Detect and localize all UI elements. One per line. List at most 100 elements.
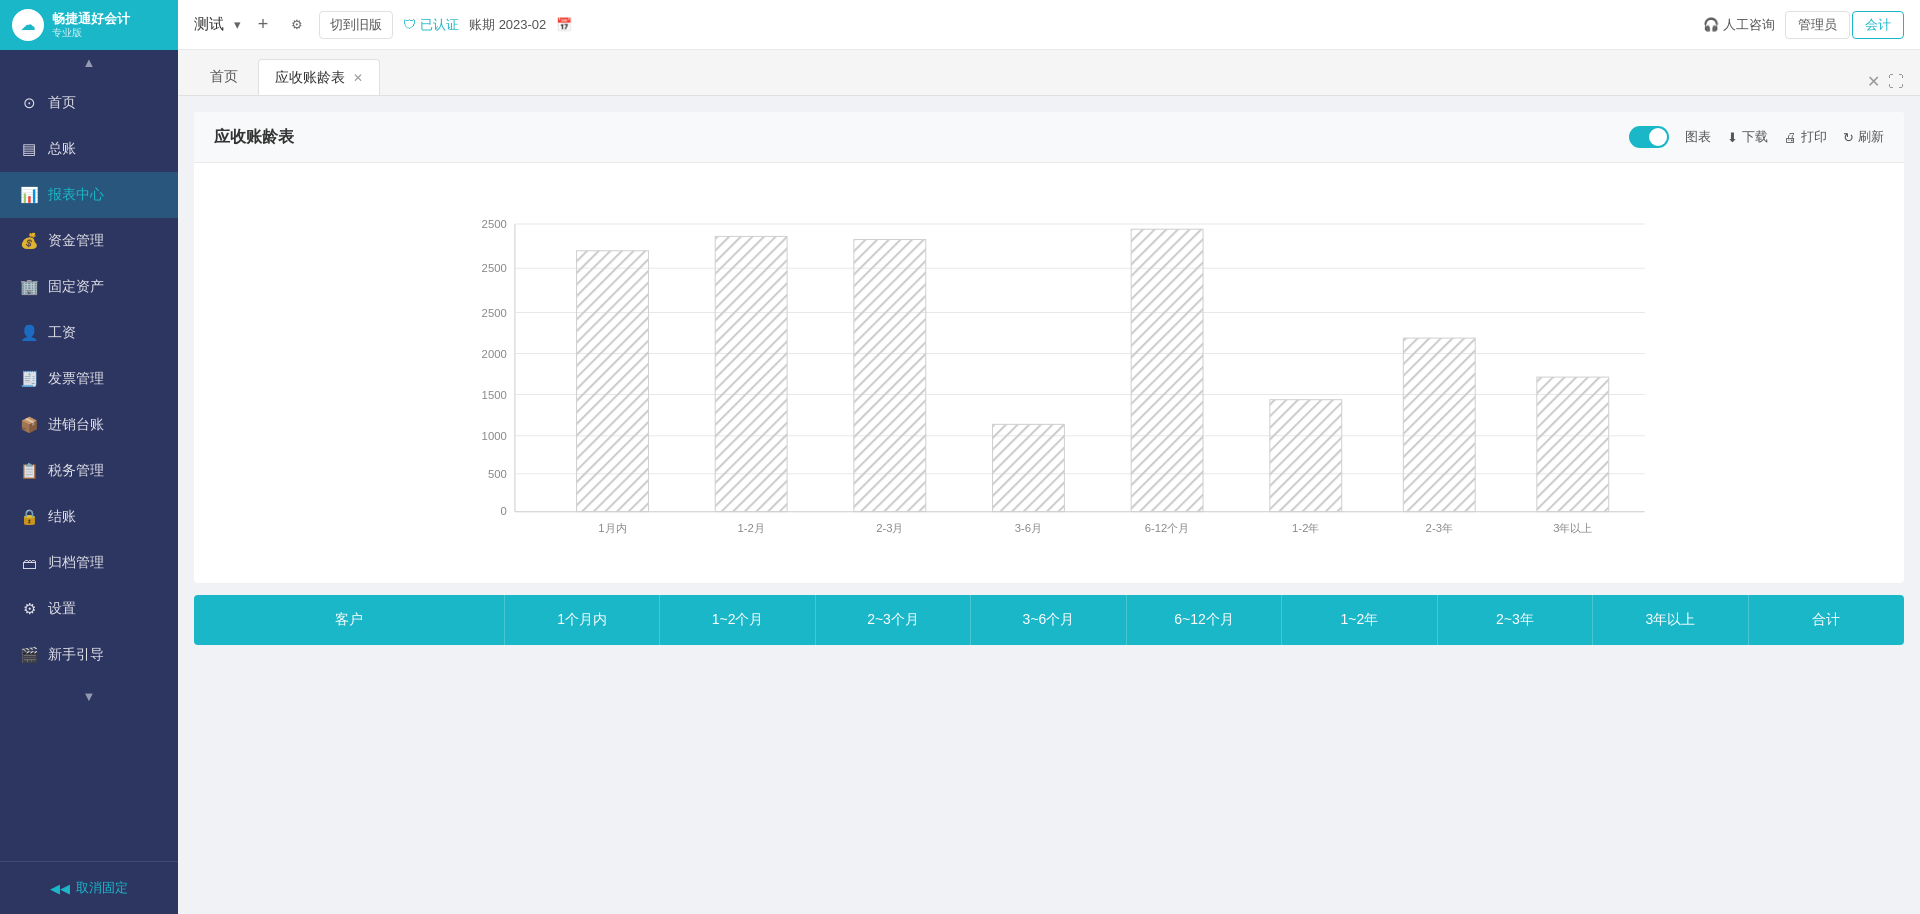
col-2-3yr: 2~3年 — [1438, 595, 1593, 645]
report-actions: 图表 ⬇ 下载 🖨 打印 ↻ 刷新 — [1629, 126, 1884, 148]
manager-button[interactable]: 管理员 — [1785, 11, 1850, 39]
download-label: 下载 — [1742, 128, 1768, 146]
tabbar: 首页 应收账龄表 ✕ ✕ ⛶ — [178, 50, 1920, 96]
headset-icon: 🎧 — [1703, 17, 1719, 32]
sidebar-item-label: 固定资产 — [48, 278, 104, 296]
sidebar-item-label: 工资 — [48, 324, 76, 342]
sidebar-fix-button[interactable]: ◀◀ 取消固定 — [0, 870, 178, 906]
main: 测试 ▾ + ⚙ 切到旧版 🛡 已认证 账期 2023-02 📅 🎧 人工咨询 … — [178, 0, 1920, 914]
sidebar-item-home[interactable]: ⊙ 首页 — [0, 80, 178, 126]
sidebar-item-tax[interactable]: 📋 税务管理 — [0, 448, 178, 494]
user-buttons: 管理员 会计 — [1785, 11, 1904, 39]
sidebar-scroll-up[interactable]: ▲ — [0, 50, 178, 74]
svg-text:2-3月: 2-3月 — [876, 522, 903, 534]
tax-icon: 📋 — [20, 462, 38, 480]
sidebar-item-ledger[interactable]: ▤ 总账 — [0, 126, 178, 172]
report-header: 应收账龄表 图表 ⬇ 下载 🖨 打印 ↻ 刷新 — [194, 112, 1904, 163]
legacy-version-button[interactable]: 切到旧版 — [319, 11, 393, 39]
download-button[interactable]: ⬇ 下载 — [1727, 128, 1768, 146]
tab-aging[interactable]: 应收账龄表 ✕ — [258, 59, 380, 95]
sidebar-item-invoice[interactable]: 🧾 发票管理 — [0, 356, 178, 402]
sidebar-item-assets[interactable]: 🏢 固定资产 — [0, 264, 178, 310]
funds-icon: 💰 — [20, 232, 38, 250]
sidebar-item-label: 进销台账 — [48, 416, 104, 434]
certified-badge: 🛡 已认证 — [403, 16, 459, 34]
fix-label: 取消固定 — [76, 879, 128, 897]
close-icon: 🔒 — [20, 508, 38, 526]
accountant-button[interactable]: 会计 — [1852, 11, 1904, 39]
expand-window-button[interactable]: ⛶ — [1888, 73, 1904, 91]
col-1mo: 1个月内 — [505, 595, 660, 645]
bar-1mo — [577, 251, 649, 512]
project-dropdown-icon[interactable]: ▾ — [234, 17, 241, 32]
svg-text:2000: 2000 — [482, 348, 507, 360]
period-label: 账期 2023-02 — [469, 16, 546, 34]
sidebar-logo: ☁ 畅捷通好会计 专业版 — [0, 0, 178, 50]
close-window-button[interactable]: ✕ — [1867, 72, 1880, 91]
sidebar-item-payroll[interactable]: 👤 工资 — [0, 310, 178, 356]
table-card: 客户 1个月内 1~2个月 2~3个月 3~6个月 6~12个月 1~2年 2~… — [194, 595, 1904, 645]
project-name: 测试 — [194, 15, 224, 34]
settings-icon[interactable]: ⚙ — [285, 13, 309, 37]
bar-2-3mo — [854, 239, 926, 511]
svg-text:2500: 2500 — [482, 218, 507, 230]
sidebar-item-guide[interactable]: 🎬 新手引导 — [0, 632, 178, 678]
sidebar-item-reports[interactable]: 📊 报表中心 — [0, 172, 178, 218]
col-1-2mo: 1~2个月 — [660, 595, 815, 645]
col-1-2yr: 1~2年 — [1282, 595, 1437, 645]
settings-icon: ⚙ — [20, 600, 38, 618]
payroll-icon: 👤 — [20, 324, 38, 342]
sidebar-item-label: 税务管理 — [48, 462, 104, 480]
svg-text:2500: 2500 — [482, 307, 507, 319]
bar-3-6mo — [993, 424, 1065, 511]
sidebar-item-archive[interactable]: 🗃 归档管理 — [0, 540, 178, 586]
svg-text:1-2年: 1-2年 — [1292, 522, 1319, 534]
sidebar-item-label: 首页 — [48, 94, 76, 112]
download-icon: ⬇ — [1727, 130, 1738, 145]
svg-text:2-3年: 2-3年 — [1426, 522, 1453, 534]
refresh-button[interactable]: ↻ 刷新 — [1843, 128, 1884, 146]
bar-6-12mo — [1131, 229, 1203, 511]
bar-3yr-plus — [1537, 377, 1609, 512]
sidebar-scroll-down[interactable]: ▼ — [0, 684, 178, 708]
bar-1-2yr — [1270, 400, 1342, 512]
tab-close-icon[interactable]: ✕ — [353, 71, 363, 85]
col-6-12mo: 6~12个月 — [1127, 595, 1282, 645]
sidebar-item-label: 归档管理 — [48, 554, 104, 572]
tab-home-label: 首页 — [210, 68, 238, 86]
logo-main: 畅捷通好会计 — [52, 11, 130, 27]
svg-text:0: 0 — [500, 505, 506, 517]
calendar-icon[interactable]: 📅 — [556, 17, 572, 32]
topbar: 测试 ▾ + ⚙ 切到旧版 🛡 已认证 账期 2023-02 📅 🎧 人工咨询 … — [178, 0, 1920, 50]
reports-icon: 📊 — [20, 186, 38, 204]
svg-text:6-12个月: 6-12个月 — [1145, 522, 1190, 534]
svg-text:3-6月: 3-6月 — [1015, 522, 1042, 534]
sidebar-item-label: 报表中心 — [48, 186, 104, 204]
logo-text: 畅捷通好会计 专业版 — [52, 11, 130, 39]
guide-icon: 🎬 — [20, 646, 38, 664]
logo-icon: ☁ — [12, 9, 44, 41]
sidebar-item-close[interactable]: 🔒 结账 — [0, 494, 178, 540]
sidebar-item-settings[interactable]: ⚙ 设置 — [0, 586, 178, 632]
sidebar-item-funds[interactable]: 💰 资金管理 — [0, 218, 178, 264]
invoice-icon: 🧾 — [20, 370, 38, 388]
bar-1-2mo — [715, 236, 787, 511]
svg-text:1月内: 1月内 — [598, 522, 626, 534]
consult-label: 人工咨询 — [1723, 16, 1775, 34]
chart-toggle[interactable] — [1629, 126, 1669, 148]
col-customer: 客户 — [194, 595, 505, 645]
col-total: 合计 — [1749, 595, 1904, 645]
svg-text:1000: 1000 — [482, 430, 507, 442]
logo-sub: 专业版 — [52, 27, 130, 39]
tab-home[interactable]: 首页 — [194, 59, 254, 95]
sidebar-item-label: 新手引导 — [48, 646, 104, 664]
sidebar-item-label: 设置 — [48, 600, 76, 618]
col-3yr-plus: 3年以上 — [1593, 595, 1748, 645]
print-button[interactable]: 🖨 打印 — [1784, 128, 1827, 146]
sidebar-item-label: 总账 — [48, 140, 76, 158]
sidebar-item-trade[interactable]: 📦 进销台账 — [0, 402, 178, 448]
archive-icon: 🗃 — [20, 554, 38, 572]
add-button[interactable]: + — [251, 13, 275, 37]
content-area: 应收账龄表 图表 ⬇ 下载 🖨 打印 ↻ 刷新 — [178, 96, 1920, 914]
consult-button[interactable]: 🎧 人工咨询 — [1703, 16, 1775, 34]
